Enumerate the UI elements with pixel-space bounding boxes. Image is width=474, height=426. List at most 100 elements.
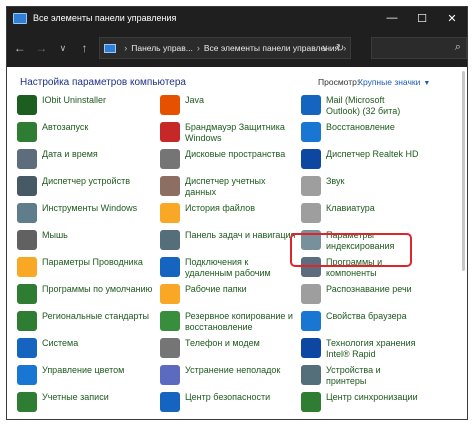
maximize-button[interactable]: ☐ [407,7,437,29]
control-panel-item-label: Подключения к удаленным рабочим [185,257,271,278]
control-panel-item[interactable]: Диспетчер учетных данных [160,176,296,198]
control-panel-item[interactable]: Дата и время [17,149,153,169]
control-panel-item[interactable]: Java [160,95,296,115]
address-dropdown-icon[interactable]: ∨ [322,43,329,54]
control-panel-item[interactable]: Рабочие папки [160,284,296,304]
control-panel-item[interactable]: Система [17,338,153,358]
control-panel-item[interactable]: Дисковые пространства [160,149,296,169]
control-panel-item[interactable]: Учетные записи [17,392,153,412]
control-panel-item-label: Центр синхронизации [326,392,418,402]
control-panel-icon [13,12,27,24]
window-title: Все элементы панели управления [33,13,177,23]
control-panel-item[interactable]: Резервное копирование и восстановление [160,311,296,333]
chevron-down-icon: ▼ [423,80,431,87]
control-panel-item-label: Брандмауэр Защитника Windows [185,122,285,143]
control-panel-item[interactable]: Клавиатура [301,203,419,223]
breadcrumb-control-panel[interactable]: Панель управ... [131,43,193,53]
control-panel-window: Все элементы панели управления — ☐ ✕ ← →… [6,6,468,420]
devices-printers-icon [301,365,321,385]
close-button[interactable]: ✕ [437,7,467,29]
control-panel-item-label: Рабочие папки [185,284,247,294]
control-panel-item[interactable]: Восстановление [301,122,419,142]
control-panel-icon [104,43,117,53]
control-panel-item-label: Управление цветом [42,365,125,375]
work-folders-icon [160,284,180,304]
control-panel-item-label: Клавиатура [326,203,375,213]
control-panel-item[interactable]: Региональные стандарты [17,311,153,331]
control-panel-item-label: Система [42,338,79,348]
control-panel-item[interactable]: Диспетчер Realtek HD [301,149,419,169]
control-panel-item-label: Звук [326,176,345,186]
control-panel-item-label: Дисковые пространства [185,149,286,159]
taskbar-icon [160,230,180,250]
keyboard-icon [301,203,321,223]
title-bar: Все элементы панели управления — ☐ ✕ [7,7,467,29]
control-panel-item[interactable]: Параметры Проводника [17,257,153,277]
control-panel-item[interactable]: Технология хранения Intel® Rapid [301,338,419,360]
main-content: Настройка параметров компьютера Просмотр… [7,67,467,419]
control-panel-item[interactable]: Инструменты Windows [17,203,153,223]
minimize-button[interactable]: — [377,7,407,29]
control-panel-item-label: Мышь [42,230,68,240]
control-panel-item[interactable]: Центр безопасности [160,392,296,412]
recent-locations-button[interactable]: ∨ [54,39,72,57]
forward-button[interactable]: → [33,39,51,57]
storage-spaces-icon [160,149,180,169]
control-panel-item-label: Программы по умолчанию [42,284,153,294]
control-panel-item[interactable]: Брандмауэр Защитника Windows [160,122,296,144]
color-management-icon [17,365,37,385]
file-history-icon [160,203,180,223]
breadcrumb-separator: › [196,43,200,53]
control-panel-item-label: Устранение неполадок [185,365,281,375]
recovery-icon [301,122,321,142]
search-input[interactable]: ⌕ [371,37,467,59]
control-panel-item[interactable]: Mail (Microsoft Outlook) (32 бита) [301,95,419,117]
view-mode-value: Крупные значки [358,77,421,87]
control-panel-item-label: Центр безопасности [185,392,271,402]
up-button[interactable]: ↑ [76,39,94,57]
control-panel-item-label: Устройства и принтеры [326,365,381,386]
control-panel-item-label: Свойства браузера [326,311,407,321]
control-panel-item[interactable]: Устранение неполадок [160,365,296,385]
scrollbar[interactable] [460,71,465,411]
control-panel-item-label: Резервное копирование и восстановление [185,311,293,332]
scrollbar-thumb[interactable] [462,71,465,271]
highlight-indexing-options [290,233,412,267]
control-panel-item-label: Восстановление [326,122,395,132]
control-panel-item[interactable]: Звук [301,176,419,196]
user-accounts-icon [17,392,37,412]
back-button[interactable]: ← [11,39,29,57]
control-panel-item[interactable]: IObit Uninstaller [17,95,153,115]
view-mode-dropdown[interactable]: Крупные значки ▼ [358,77,430,87]
realtek-icon [301,149,321,169]
control-panel-item[interactable]: История файлов [160,203,296,223]
control-panel-item-label: Диспетчер устройств [42,176,130,186]
control-panel-item[interactable]: Мышь [17,230,153,250]
control-panel-item-label: Панель задач и навигация [185,230,296,240]
firewall-icon [160,122,180,142]
control-panel-item[interactable]: Распознавание речи [301,284,419,304]
address-bar[interactable]: › Панель управ... › Все элементы панели … [99,37,352,59]
control-panel-item[interactable]: Автозапуск [17,122,153,142]
control-panel-item[interactable]: Программы по умолчанию [17,284,153,304]
breadcrumb-all-items[interactable]: Все элементы панели управления [204,43,339,53]
control-panel-item[interactable]: Подключения к удаленным рабочим [160,257,296,279]
explorer-options-icon [17,257,37,277]
page-title: Настройка параметров компьютера [20,77,186,88]
mouse-icon [17,230,37,250]
security-center-icon [160,392,180,412]
refresh-icon[interactable]: ↻ [336,43,344,54]
view-label: Просмотр: [318,77,360,87]
control-panel-item-label: Mail (Microsoft Outlook) (32 бита) [326,95,401,116]
control-panel-item[interactable]: Свойства браузера [301,311,419,331]
control-panel-item-label: Диспетчер учетных данных [185,176,266,197]
control-panel-item[interactable]: Диспетчер устройств [17,176,153,196]
control-panel-item[interactable]: Центр синхронизации [301,392,419,412]
backup-icon [160,311,180,331]
control-panel-item[interactable]: Устройства и принтеры [301,365,419,387]
control-panel-item[interactable]: Телефон и модем [160,338,296,358]
control-panel-item-label: Параметры Проводника [42,257,143,267]
control-panel-item[interactable]: Управление цветом [17,365,153,385]
control-panel-item[interactable]: Панель задач и навигация [160,230,296,250]
control-panel-item-label: История файлов [185,203,255,213]
